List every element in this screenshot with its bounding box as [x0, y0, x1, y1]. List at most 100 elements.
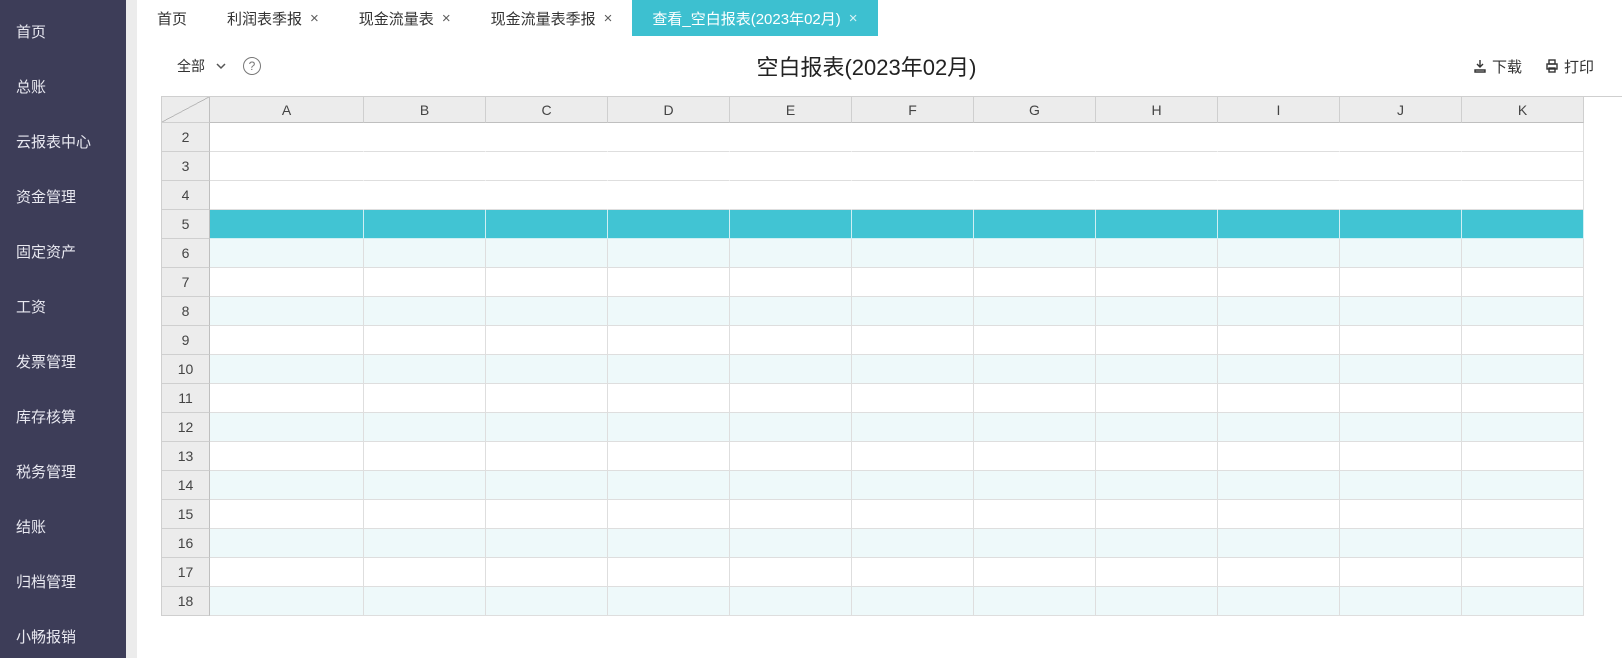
sidebar-item-0[interactable]: 首页 — [0, 4, 126, 59]
row-header-9[interactable]: 9 — [162, 326, 210, 355]
cell-E12[interactable] — [730, 413, 852, 442]
cell-F14[interactable] — [852, 471, 974, 500]
cell-H10[interactable] — [1096, 355, 1218, 384]
cell-B11[interactable] — [364, 384, 486, 413]
sidebar-item-3[interactable]: 资金管理 — [0, 169, 126, 224]
cell-H16[interactable] — [1096, 529, 1218, 558]
cell-D17[interactable] — [608, 558, 730, 587]
cell-D16[interactable] — [608, 529, 730, 558]
cell-B6[interactable] — [364, 239, 486, 268]
cell-I16[interactable] — [1218, 529, 1340, 558]
row-header-4[interactable]: 4 — [162, 181, 210, 210]
sidebar-item-8[interactable]: 税务管理 — [0, 444, 126, 499]
cell-G5[interactable] — [974, 210, 1096, 239]
cell-K11[interactable] — [1462, 384, 1584, 413]
cell-A12[interactable] — [210, 413, 364, 442]
spreadsheet[interactable]: ABCDEFGHIJK23456789101112131415161718 — [137, 96, 1622, 658]
column-header-I[interactable]: I — [1218, 97, 1340, 123]
cell-C5[interactable] — [486, 210, 608, 239]
cell-K17[interactable] — [1462, 558, 1584, 587]
cell-I11[interactable] — [1218, 384, 1340, 413]
cell-F13[interactable] — [852, 442, 974, 471]
cell-B18[interactable] — [364, 587, 486, 616]
cell-B5[interactable] — [364, 210, 486, 239]
cell-J10[interactable] — [1340, 355, 1462, 384]
cell-G9[interactable] — [974, 326, 1096, 355]
cell-K8[interactable] — [1462, 297, 1584, 326]
cell-I8[interactable] — [1218, 297, 1340, 326]
row-header-12[interactable]: 12 — [162, 413, 210, 442]
column-header-C[interactable]: C — [486, 97, 608, 123]
print-button[interactable]: 打印 — [1544, 56, 1594, 77]
cell-D2[interactable] — [608, 123, 730, 152]
cell-D14[interactable] — [608, 471, 730, 500]
cell-F7[interactable] — [852, 268, 974, 297]
cell-D13[interactable] — [608, 442, 730, 471]
column-header-D[interactable]: D — [608, 97, 730, 123]
cell-C10[interactable] — [486, 355, 608, 384]
cell-F6[interactable] — [852, 239, 974, 268]
cell-E5[interactable] — [730, 210, 852, 239]
cell-A7[interactable] — [210, 268, 364, 297]
cell-E6[interactable] — [730, 239, 852, 268]
tab-4[interactable]: 查看_空白报表(2023年02月)× — [632, 0, 877, 36]
cell-F18[interactable] — [852, 587, 974, 616]
cell-C7[interactable] — [486, 268, 608, 297]
cell-J13[interactable] — [1340, 442, 1462, 471]
cell-K15[interactable] — [1462, 500, 1584, 529]
cell-G7[interactable] — [974, 268, 1096, 297]
sidebar-item-11[interactable]: 小畅报销 — [0, 609, 126, 664]
cell-A10[interactable] — [210, 355, 364, 384]
filter-dropdown[interactable]: 全部 ? — [177, 56, 261, 76]
row-header-3[interactable]: 3 — [162, 152, 210, 181]
cell-C14[interactable] — [486, 471, 608, 500]
cell-B8[interactable] — [364, 297, 486, 326]
cell-C17[interactable] — [486, 558, 608, 587]
cell-J12[interactable] — [1340, 413, 1462, 442]
row-header-14[interactable]: 14 — [162, 471, 210, 500]
cell-E13[interactable] — [730, 442, 852, 471]
download-button[interactable]: 下载 — [1472, 56, 1522, 77]
column-header-K[interactable]: K — [1462, 97, 1584, 123]
cell-D15[interactable] — [608, 500, 730, 529]
cell-C12[interactable] — [486, 413, 608, 442]
cell-A6[interactable] — [210, 239, 364, 268]
sidebar-item-7[interactable]: 库存核算 — [0, 389, 126, 444]
cell-E16[interactable] — [730, 529, 852, 558]
cell-A13[interactable] — [210, 442, 364, 471]
cell-K2[interactable] — [1462, 123, 1584, 152]
cell-G4[interactable] — [974, 181, 1096, 210]
cell-G11[interactable] — [974, 384, 1096, 413]
cell-F3[interactable] — [852, 152, 974, 181]
cell-I15[interactable] — [1218, 500, 1340, 529]
cell-J5[interactable] — [1340, 210, 1462, 239]
cell-H13[interactable] — [1096, 442, 1218, 471]
cell-F9[interactable] — [852, 326, 974, 355]
cell-H2[interactable] — [1096, 123, 1218, 152]
cell-E18[interactable] — [730, 587, 852, 616]
cell-K9[interactable] — [1462, 326, 1584, 355]
cell-F10[interactable] — [852, 355, 974, 384]
cell-C8[interactable] — [486, 297, 608, 326]
cell-E2[interactable] — [730, 123, 852, 152]
cell-C3[interactable] — [486, 152, 608, 181]
cell-H18[interactable] — [1096, 587, 1218, 616]
sidebar-item-10[interactable]: 归档管理 — [0, 554, 126, 609]
close-icon[interactable]: × — [849, 10, 858, 27]
cell-A15[interactable] — [210, 500, 364, 529]
cell-I12[interactable] — [1218, 413, 1340, 442]
cell-B10[interactable] — [364, 355, 486, 384]
close-icon[interactable]: × — [604, 10, 613, 27]
cell-I2[interactable] — [1218, 123, 1340, 152]
cell-A8[interactable] — [210, 297, 364, 326]
cell-I10[interactable] — [1218, 355, 1340, 384]
cell-E11[interactable] — [730, 384, 852, 413]
cell-I3[interactable] — [1218, 152, 1340, 181]
cell-H17[interactable] — [1096, 558, 1218, 587]
cell-J7[interactable] — [1340, 268, 1462, 297]
column-header-A[interactable]: A — [210, 97, 364, 123]
cell-G18[interactable] — [974, 587, 1096, 616]
close-icon[interactable]: × — [442, 10, 451, 27]
cell-E10[interactable] — [730, 355, 852, 384]
cell-H11[interactable] — [1096, 384, 1218, 413]
